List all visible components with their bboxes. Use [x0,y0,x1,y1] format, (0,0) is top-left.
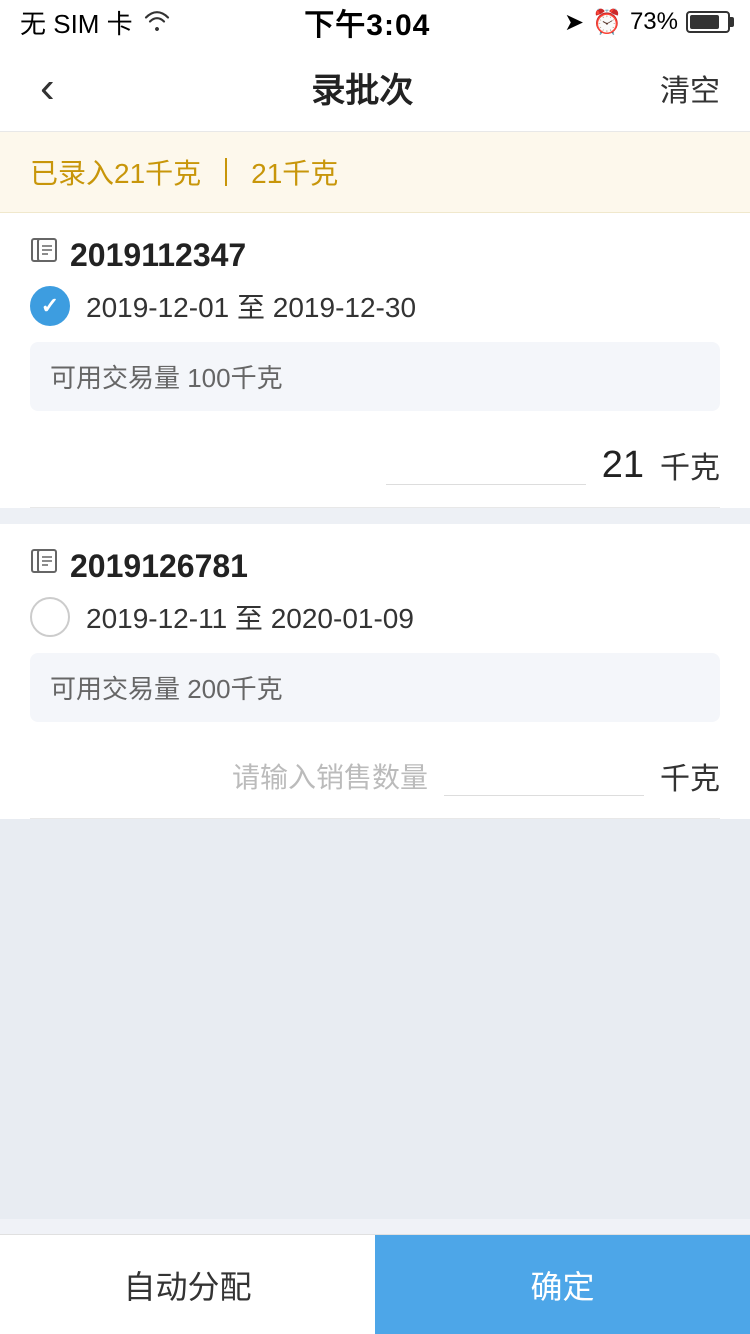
qty-separator-2 [444,795,644,796]
qty-input-row-1: 21 千克 [30,427,720,508]
batch-item-1: 2019112347 2019-12-01 至 2019-12-30 可用交易量… [0,213,750,508]
auto-distribute-button[interactable]: 自动分配 [0,1235,375,1334]
batch-card-1: 2019112347 2019-12-01 至 2019-12-30 可用交易量… [0,213,750,508]
summary-divider [225,158,227,186]
qty-unit-1: 千克 [660,443,720,487]
summary-banner: 已录入21千克 21千克 [0,132,750,213]
available-qty-2: 可用交易量 200千克 [30,653,720,722]
alarm-icon: ⏰ [592,8,622,37]
radio-btn-2[interactable] [30,597,70,637]
bottom-bar: 自动分配 确定 [0,1234,750,1334]
batch-date-row-1: 2019-12-01 至 2019-12-30 [30,286,720,326]
back-button[interactable]: ‹ [30,53,65,123]
available-qty-1: 可用交易量 100千克 [30,342,720,411]
qty-separator-1 [386,484,586,485]
content-area: 2019112347 2019-12-01 至 2019-12-30 可用交易量… [0,213,750,1319]
radio-btn-1[interactable] [30,286,70,326]
batch-header-1: 2019112347 [30,237,720,274]
batch-date-2: 2019-12-11 至 2020-01-09 [86,597,414,637]
total-label: 21千克 [251,152,338,192]
status-left: 无 SIM 卡 [20,4,171,41]
confirm-button[interactable]: 确定 [375,1235,750,1334]
batch-id-1: 2019112347 [70,237,246,274]
batch-doc-icon-1 [30,238,58,273]
battery-percent: 73% [630,8,678,36]
batch-doc-icon-2 [30,549,58,584]
batch-date-1: 2019-12-01 至 2019-12-30 [86,286,416,326]
qty-input-row-2: 请输入销售数量 千克 [30,738,720,819]
qty-unit-2: 千克 [660,754,720,798]
clear-button[interactable]: 清空 [660,66,720,110]
batch-item-2: 2019126781 2019-12-11 至 2020-01-09 可用交易量… [0,524,750,819]
batch-date-row-2: 2019-12-11 至 2020-01-09 [30,597,720,637]
battery-fill [690,15,719,29]
qty-placeholder-2[interactable]: 请输入销售数量 [232,756,428,796]
batch-card-2: 2019126781 2019-12-11 至 2020-01-09 可用交易量… [0,524,750,819]
wifi-icon [143,7,171,38]
nav-bar: ‹ 录批次 清空 [0,44,750,132]
qty-value-1[interactable]: 21 [602,444,644,487]
empty-area [0,819,750,1219]
page-title: 录批次 [311,63,413,112]
battery-bar [686,11,730,33]
status-time: 下午3:04 [304,0,430,44]
batch-header-2: 2019126781 [30,548,720,585]
status-right: ➤ ⏰ 73% [564,8,730,37]
carrier-label: 无 SIM 卡 [20,4,133,41]
batch-id-2: 2019126781 [70,548,248,585]
location-icon: ➤ [564,8,584,37]
recorded-label: 已录入21千克 [30,152,201,192]
status-bar: 无 SIM 卡 下午3:04 ➤ ⏰ 73% [0,0,750,44]
section-divider [0,508,750,524]
